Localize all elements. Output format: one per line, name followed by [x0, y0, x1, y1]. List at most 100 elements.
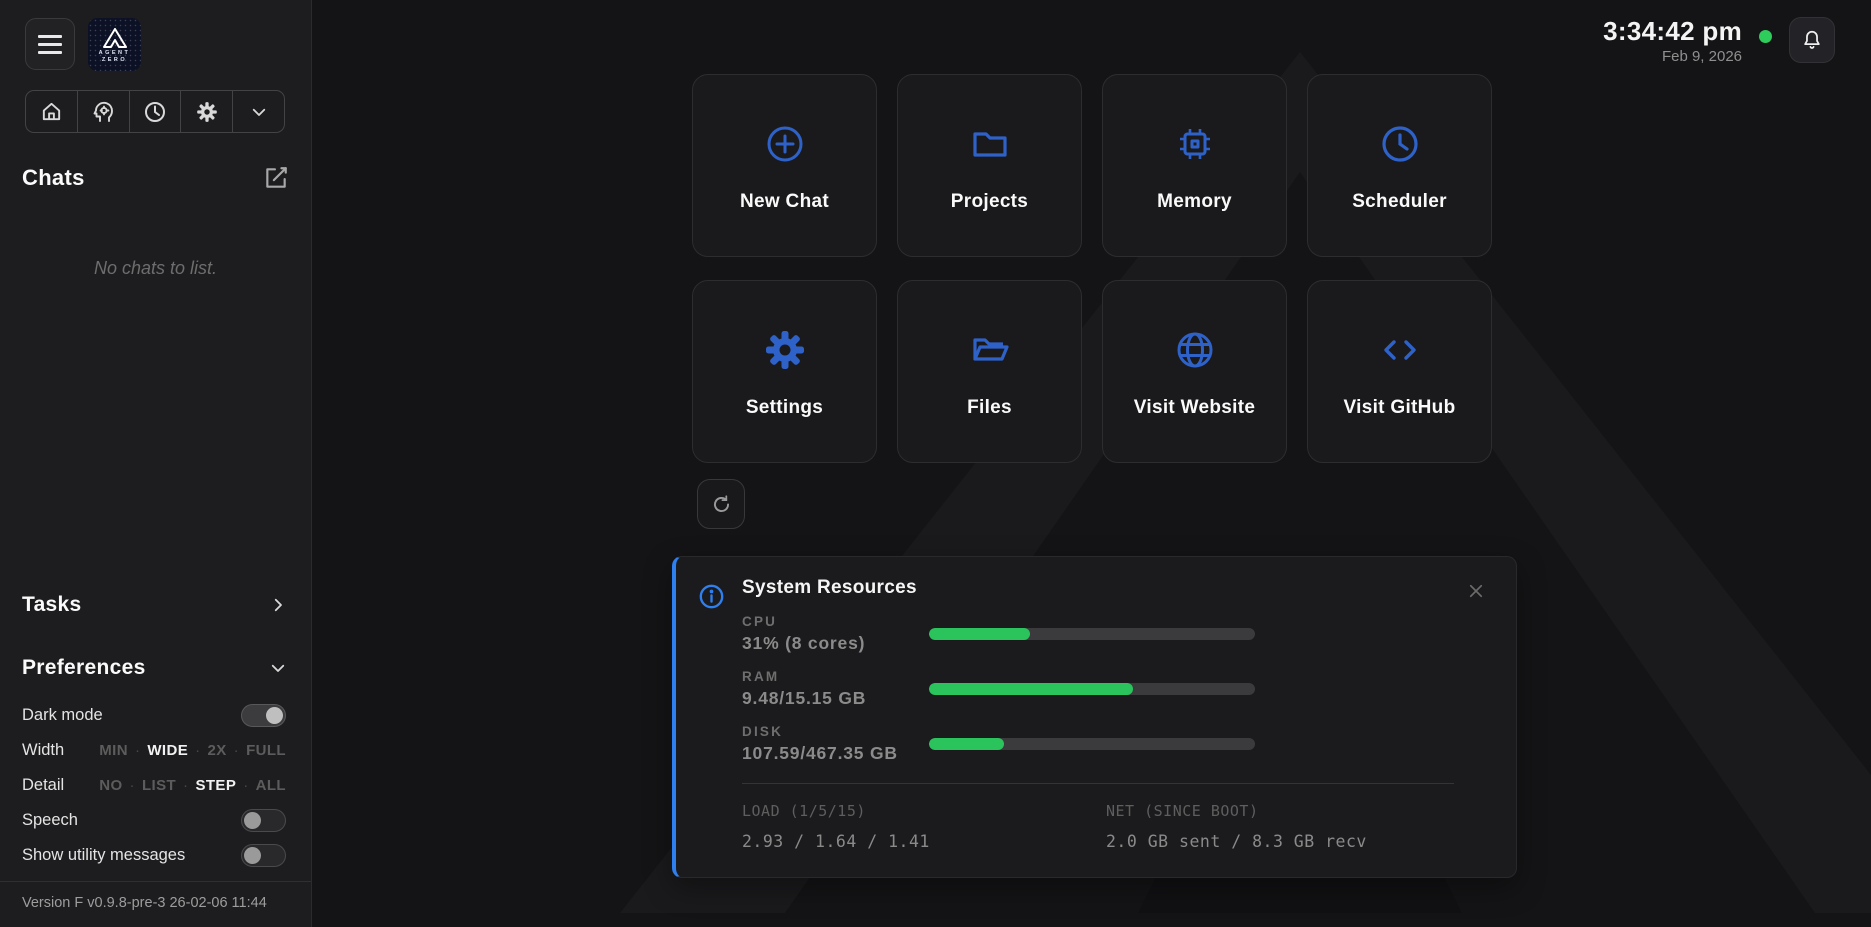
notifications-button[interactable]: [1789, 17, 1835, 63]
home-button[interactable]: [26, 91, 78, 132]
cpu-value: 31% (8 cores): [742, 633, 866, 653]
panel-title: System Resources: [742, 577, 917, 598]
chevron-right-icon: [274, 598, 282, 612]
sidebar-top: AGENT ZERO: [25, 18, 141, 71]
gear-icon: [763, 327, 807, 373]
hamburger-menu-button[interactable]: [25, 18, 75, 70]
card-label: Visit GitHub: [1343, 397, 1456, 418]
bell-icon: [1804, 30, 1820, 49]
tasks-section-toggle[interactable]: Tasks: [22, 585, 287, 625]
version-text: Version F v0.9.8-pre-3 26-02-06 11:44: [22, 895, 267, 911]
settings-button[interactable]: [181, 91, 234, 132]
projects-card[interactable]: Projects: [897, 74, 1082, 257]
option-separator: ·: [195, 742, 201, 759]
card-label: Files: [967, 397, 1012, 418]
agent-zero-app: AGENT ZERO Chats No chats to list. Tasks…: [0, 0, 1871, 927]
detail-options: NO · LIST · STEP · ALL: [99, 777, 286, 794]
pref-row-width: Width MIN · WIDE · 2X · FULL: [22, 733, 286, 768]
panel-divider: [742, 783, 1454, 784]
card-label: Settings: [745, 397, 824, 418]
system-resources-panel: System Resources CPU 31% (8 cores) RAM 9…: [672, 556, 1517, 878]
pref-row-utility: Show utility messages: [22, 838, 286, 873]
detail-option-list[interactable]: LIST: [142, 777, 176, 794]
head-gear-icon: [93, 101, 114, 122]
toolbar-expand-button[interactable]: [233, 91, 284, 132]
chip-icon: [1173, 121, 1217, 167]
preferences-section-toggle[interactable]: Preferences: [22, 648, 287, 688]
visit-website-card[interactable]: Visit Website: [1102, 280, 1287, 463]
pref-row-speech: Speech: [22, 803, 286, 838]
width-option-full[interactable]: FULL: [246, 742, 286, 759]
clock-icon: [1378, 121, 1422, 167]
utility-messages-toggle[interactable]: [241, 844, 286, 867]
detail-option-step[interactable]: STEP: [195, 777, 236, 794]
sidebar: AGENT ZERO Chats No chats to list. Tasks…: [0, 0, 312, 927]
refresh-icon: [713, 494, 729, 512]
speech-label: Speech: [22, 811, 78, 829]
width-label: Width: [22, 741, 65, 759]
preferences-list: Dark mode Width MIN · WIDE · 2X · FULL D…: [22, 698, 286, 873]
detail-option-all[interactable]: ALL: [256, 777, 286, 794]
net-label: NET (SINCE BOOT): [1106, 802, 1259, 820]
home-icon: [42, 102, 61, 121]
width-option-2x[interactable]: 2X: [208, 742, 227, 759]
info-icon: [698, 583, 725, 610]
tasks-title: Tasks: [22, 593, 82, 616]
memory-card[interactable]: Memory: [1102, 74, 1287, 257]
load-value: 2.93 / 1.64 / 1.41: [742, 832, 930, 851]
net-value: 2.0 GB sent / 8.3 GB recv: [1106, 832, 1367, 851]
option-separator: ·: [243, 777, 249, 794]
chats-header: Chats: [22, 160, 289, 196]
clock-date: Feb 9, 2026: [1661, 48, 1742, 65]
chats-empty-message: No chats to list.: [93, 258, 218, 278]
disk-row: DISK 107.59/467.35 GB: [742, 724, 1482, 764]
card-label: Projects: [950, 191, 1029, 212]
option-separator: ·: [129, 777, 135, 794]
ram-label: RAM: [742, 669, 780, 684]
scheduler-button[interactable]: [130, 91, 182, 132]
close-icon[interactable]: [1464, 579, 1488, 603]
folder-icon: [968, 121, 1012, 167]
cpu-progress-track: [929, 628, 1255, 640]
card-label: Memory: [1157, 191, 1232, 212]
logo-triangle-icon: [102, 28, 127, 48]
scheduler-card[interactable]: Scheduler: [1307, 74, 1492, 257]
chats-title: Chats: [22, 165, 85, 190]
detail-option-no[interactable]: NO: [99, 777, 122, 794]
disk-label: DISK: [742, 724, 784, 739]
card-label: New Chat: [740, 191, 829, 212]
visit-github-card[interactable]: Visit GitHub: [1307, 280, 1492, 463]
dark-mode-label: Dark mode: [22, 706, 103, 724]
new-chat-edit-icon[interactable]: [263, 165, 289, 191]
code-icon: [1378, 327, 1422, 373]
files-card[interactable]: Files: [897, 280, 1082, 463]
ram-progress-fill: [929, 683, 1134, 695]
disk-value: 107.59/467.35 GB: [742, 743, 898, 763]
width-option-min[interactable]: MIN: [99, 742, 128, 759]
ram-row: RAM 9.48/15.15 GB: [742, 669, 1482, 709]
new-chat-card[interactable]: New Chat: [692, 74, 877, 257]
quick-actions-grid: New Chat Projects Memory Scheduler Setti…: [692, 74, 1492, 463]
disk-progress-fill: [929, 738, 1004, 750]
stats-row: LOAD (1/5/15) 2.93 / 1.64 / 1.41 NET (SI…: [742, 802, 1482, 851]
load-label: LOAD (1/5/15): [742, 802, 866, 820]
detail-label: Detail: [22, 776, 65, 794]
chevron-down-icon: [271, 664, 285, 672]
settings-card[interactable]: Settings: [692, 280, 877, 463]
width-option-wide[interactable]: WIDE: [147, 742, 188, 759]
card-label: Visit Website: [1133, 397, 1256, 418]
dark-mode-toggle[interactable]: [241, 704, 286, 727]
refresh-button[interactable]: [697, 479, 745, 529]
agent-zero-logo[interactable]: AGENT ZERO: [88, 18, 141, 71]
plus-circle-icon: [763, 121, 807, 167]
ram-progress-track: [929, 683, 1255, 695]
agent-memory-button[interactable]: [78, 91, 130, 132]
version-bar: Version F v0.9.8-pre-3 26-02-06 11:44: [0, 881, 311, 927]
disk-progress-track: [929, 738, 1255, 750]
clock-time: 3:34:42 pm: [1603, 16, 1742, 46]
option-separator: ·: [134, 742, 141, 759]
utility-messages-label: Show utility messages: [22, 846, 186, 864]
clock-block: 3:34:42 pm Feb 9, 2026: [1603, 16, 1742, 65]
ram-value: 9.48/15.15 GB: [742, 688, 867, 708]
speech-toggle[interactable]: [241, 809, 286, 832]
